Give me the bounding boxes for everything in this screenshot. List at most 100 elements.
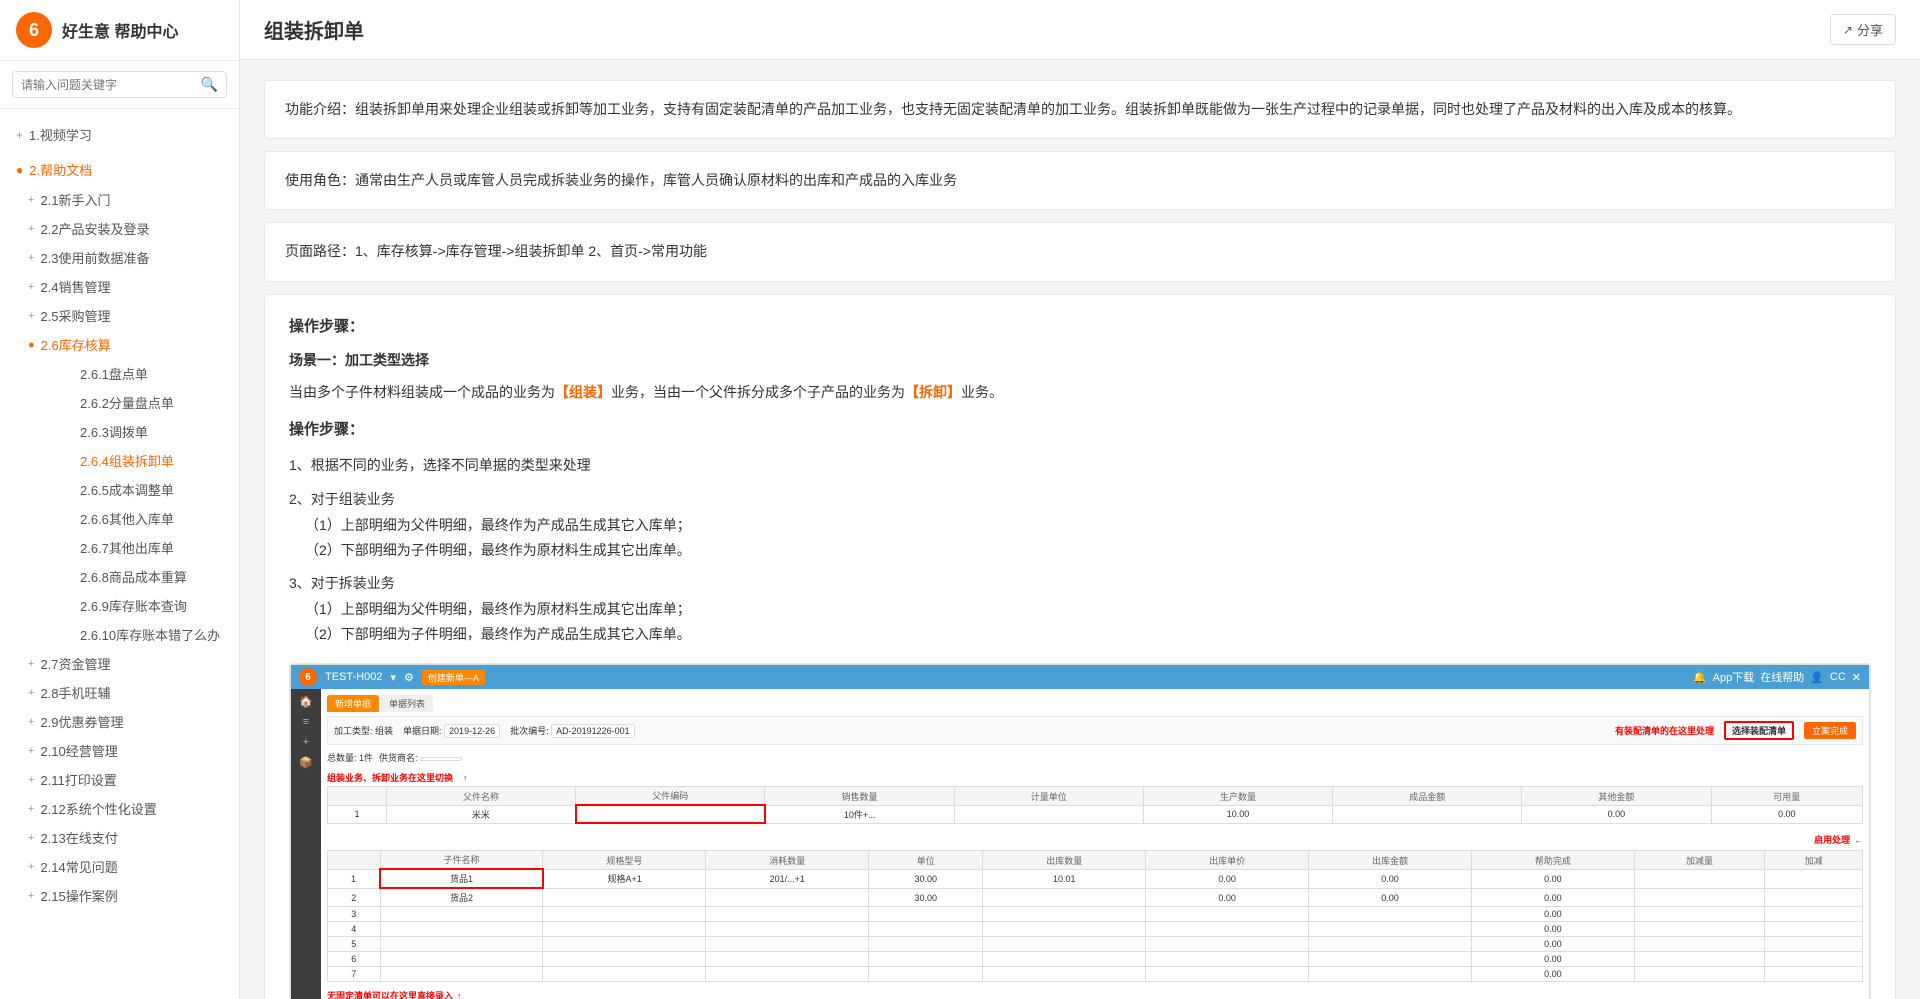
ss-confirm-btn[interactable]: 立案完成 bbox=[1804, 722, 1856, 739]
ss-ann3-arrow: ← bbox=[1854, 835, 1863, 845]
sidebar-item-docs[interactable]: ● 2.帮助文档 bbox=[0, 154, 239, 185]
ss-settings-icon: ⚙ bbox=[404, 671, 414, 684]
plus-icon: + bbox=[28, 890, 34, 902]
sidebar-item-custom[interactable]: + 2.12系统个性化设置 bbox=[0, 794, 239, 823]
ss-ann3: 启用处理 bbox=[1814, 835, 1850, 845]
step3-sub2: （2）下部明细为子件明细，最终作为产成品生成其它入库单。 bbox=[305, 622, 1871, 647]
plus-icon: + bbox=[28, 832, 34, 844]
table-row: 4 0.00 bbox=[328, 922, 1863, 937]
ss-supplier-input[interactable] bbox=[420, 757, 462, 761]
plus-icon: + bbox=[28, 861, 34, 873]
steps-title: 操作步骤： bbox=[289, 418, 1871, 439]
ss-form-row: 加工类型: 组装 单据日期: 2019-12-26 批次编号: AD-20191… bbox=[327, 716, 1863, 745]
plus-icon: + bbox=[28, 745, 34, 757]
sidebar-item-video[interactable]: + 1.视频学习 bbox=[0, 119, 239, 150]
ss-th-other-amount: 其他金额 bbox=[1522, 787, 1711, 806]
ss-table2: 子件名称 规格型号 消耗数量 单位 出库数量 出库单价 出库金额 帮助完成 加减 bbox=[327, 850, 1863, 982]
step2-sublist: （1）上部明细为父件明细，最终作为产成品生成其它入库单； （2）下部明细为子件明… bbox=[289, 513, 1871, 563]
sidebar-item-install[interactable]: + 2.2产品安装及登录 bbox=[0, 214, 239, 243]
sidebar-item-cost-adj[interactable]: 2.6.5成本调整单 bbox=[40, 475, 239, 504]
ss-logo: 6 bbox=[299, 668, 317, 686]
sidebar-item-stock-error[interactable]: 2.6.10库存账本错了么办 bbox=[40, 620, 239, 649]
page-title: 组装拆卸单 bbox=[264, 15, 364, 44]
table-row: 1 货品1 规格A+1 201/...+1 30.00 10.01 0.00 0… bbox=[328, 869, 1863, 888]
step3-sub1: （1）上部明细为父件明细，最终作为原材料生成其它出库单； bbox=[305, 597, 1871, 622]
sidebar-item-coupon[interactable]: + 2.9优惠券管理 bbox=[0, 707, 239, 736]
sidebar-item-print[interactable]: + 2.11打印设置 bbox=[0, 765, 239, 794]
ss-topbar-right: 🔔 App下载 在线帮助 👤 CC ✕ bbox=[1693, 669, 1861, 685]
sidebar-item-inventory[interactable]: ● 2.6库存核算 bbox=[0, 330, 239, 359]
minus-icon: ● bbox=[28, 339, 35, 351]
operation-title: 操作步骤： bbox=[289, 315, 1871, 336]
ss-type-label: 加工类型: 组装 bbox=[334, 724, 393, 737]
sidebar-item-mobile[interactable]: + 2.8手机旺辅 bbox=[0, 678, 239, 707]
ss-th2-consume: 消耗数量 bbox=[706, 851, 869, 870]
step1: 1、根据不同的业务，选择不同单据的类型来处理 bbox=[289, 451, 1871, 479]
sidebar-item-stocktake[interactable]: 2.6.1盘点单 bbox=[40, 359, 239, 388]
ss-th2-adj: 加减量 bbox=[1634, 851, 1764, 870]
sidebar-item-cost-recalc[interactable]: 2.6.8商品成本重算 bbox=[40, 562, 239, 591]
sidebar-item-sales[interactable]: + 2.4销售管理 bbox=[0, 272, 239, 301]
ss-qty-label: 总数量: 1件 bbox=[327, 751, 373, 764]
sidebar-item-other-in[interactable]: 2.6.6其他入库单 bbox=[40, 504, 239, 533]
sidebar-item-payment[interactable]: + 2.13在线支付 bbox=[0, 823, 239, 852]
ss-th-unit: 计量单位 bbox=[954, 787, 1143, 806]
main-panel: 组装拆卸单 ↗ 分享 功能介绍：组装拆卸单用来处理企业组装或拆卸等加工业务，支持… bbox=[240, 0, 1920, 999]
sidebar-item-assembly[interactable]: 2.6.4组装拆卸单 bbox=[40, 446, 239, 475]
table-row: 2 货品2 30.00 0.00 0.00 0.00 bbox=[328, 888, 1863, 907]
search-input-wrap[interactable]: 🔍 bbox=[12, 71, 227, 98]
search-box: 🔍 bbox=[0, 61, 239, 109]
ss-ann4: 无固定清单可以在这里直接录入 bbox=[327, 991, 453, 999]
sidebar-item-faq[interactable]: + 2.14常见问题 bbox=[0, 852, 239, 881]
search-input[interactable] bbox=[21, 78, 201, 92]
sidebar-item-ops[interactable]: + 2.10经营管理 bbox=[0, 736, 239, 765]
sidebar: 6 好生意 帮助中心 🔍 + 1.视频学习 ● 2.帮助文档 + 2.1新手入 bbox=[0, 0, 240, 999]
ss-dropdown-icon: ▾ bbox=[390, 671, 396, 684]
sidebar-item-stock-ledger[interactable]: 2.6.9库存账本查询 bbox=[40, 591, 239, 620]
sidebar-item-cases[interactable]: + 2.15操作案例 bbox=[0, 881, 239, 910]
sidebar-header: 6 好生意 帮助中心 bbox=[0, 0, 239, 61]
ss-tab-list[interactable]: 单据列表 bbox=[381, 695, 433, 712]
ss-th-prod-amount: 成品金额 bbox=[1333, 787, 1522, 806]
ss-close-icon[interactable]: ✕ bbox=[1852, 671, 1861, 684]
ss-th2-ops: 加减 bbox=[1765, 851, 1863, 870]
ss-ann-btn[interactable]: 选择装配清单 bbox=[1724, 721, 1794, 740]
step2-sub1: （1）上部明细为父件明细，最终作为产成品生成其它入库单； bbox=[305, 513, 1871, 538]
ss-th2-check bbox=[328, 851, 381, 870]
main-content-block: 操作步骤： 场景一：加工类型选择 当由多个子件材料组装成一个成品的业务为【组装】… bbox=[264, 294, 1896, 999]
sidebar-item-purchase[interactable]: + 2.5采购管理 bbox=[0, 301, 239, 330]
ss-create-btn[interactable]: 创建新单—A bbox=[422, 670, 485, 685]
ss-th-check bbox=[328, 787, 387, 806]
nav-sub-inventory: 2.6.1盘点单 2.6.2分量盘点单 2.6.3调拨单 2.6.4组装拆卸单 … bbox=[0, 359, 239, 649]
ss-home-icon: 🏠 bbox=[299, 695, 313, 708]
ss-th2-out-price: 出库单价 bbox=[1146, 851, 1309, 870]
ss-th-sales-qty: 销售数量 bbox=[765, 787, 954, 806]
sidebar-item-finance[interactable]: + 2.7资金管理 bbox=[0, 649, 239, 678]
ss-date-label: 单据日期: 2019-12-26 bbox=[403, 724, 500, 737]
ss-list-icon: ≡ bbox=[303, 716, 309, 728]
ss-tab-new[interactable]: 新增单据 bbox=[327, 695, 379, 712]
ss-th2-out-qty: 出库数量 bbox=[983, 851, 1146, 870]
ss-ann2-arrow: ↑ bbox=[463, 773, 468, 783]
plus-icon: + bbox=[28, 774, 34, 786]
ss-box-icon: 📦 bbox=[299, 756, 313, 769]
sidebar-item-partial-stock[interactable]: 2.6.2分量盘点单 bbox=[40, 388, 239, 417]
ss-td-otheamt: 0.00 bbox=[1522, 805, 1711, 823]
table-row: 1 米米 10件+... 10.00 0.00 0.00 bbox=[328, 805, 1863, 823]
ss-titlebar-left: 6 TEST-H002 ▾ ⚙ 创建新单—A bbox=[299, 668, 485, 686]
sidebar-item-data-prep[interactable]: + 2.3使用前数据准备 bbox=[0, 243, 239, 272]
plus-icon: + bbox=[28, 223, 34, 235]
ss-th-avail: 可用量 bbox=[1711, 787, 1862, 806]
ss-td-name: 米米 bbox=[386, 805, 575, 823]
sidebar-item-newbie[interactable]: + 2.1新手入门 bbox=[0, 185, 239, 214]
search-icon[interactable]: 🔍 bbox=[201, 76, 218, 93]
share-button[interactable]: ↗ 分享 bbox=[1830, 14, 1896, 45]
content-area: 功能介绍：组装拆卸单用来处理企业组装或拆卸等加工业务，支持有固定装配清单的产品加… bbox=[240, 60, 1920, 999]
ss-table2-header: 子件名称 规格型号 消耗数量 单位 出库数量 出库单价 出库金额 帮助完成 加减 bbox=[328, 851, 1863, 870]
plus-icon: + bbox=[28, 252, 34, 264]
ss-th-prod-qty: 生产数量 bbox=[1143, 787, 1332, 806]
sidebar-item-transfer[interactable]: 2.6.3调拨单 bbox=[40, 417, 239, 446]
main-header: 组装拆卸单 ↗ 分享 bbox=[240, 0, 1920, 60]
sidebar-item-other-out[interactable]: 2.6.7其他出库单 bbox=[40, 533, 239, 562]
ss-ann1: 有装配清单的在这里处理 bbox=[1615, 724, 1714, 737]
